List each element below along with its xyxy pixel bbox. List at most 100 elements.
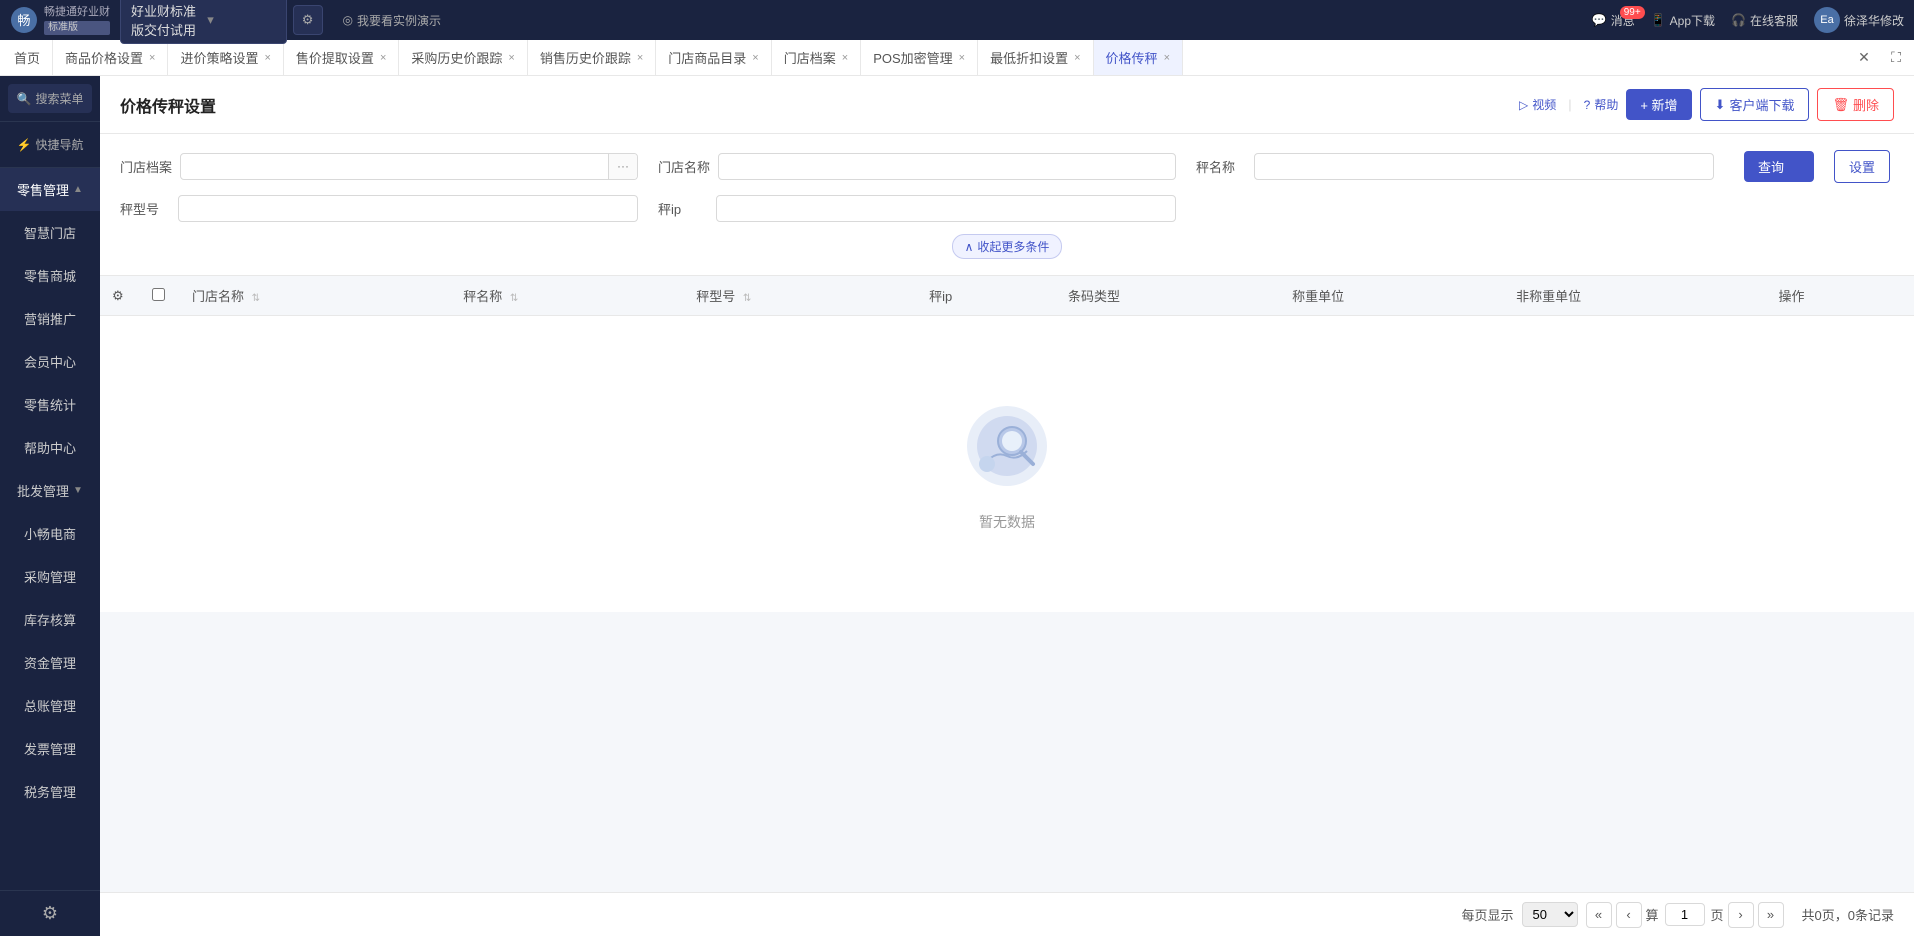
avatar: Ea xyxy=(1814,7,1840,33)
sidebar-settings-button[interactable]: ⚙ xyxy=(42,903,58,924)
user-name: 徐泽华修改 xyxy=(1844,12,1904,29)
tab-close-all-button[interactable]: ✕ xyxy=(1852,46,1876,70)
delete-button[interactable]: 🗑 删除 xyxy=(1817,88,1894,121)
demo-link[interactable]: ◎ 我要看实例演示 xyxy=(339,12,442,29)
download-button[interactable]: ⬇ 客户端下载 xyxy=(1700,88,1810,121)
download-icon: 📱 xyxy=(1651,13,1666,27)
last-page-button[interactable]: » xyxy=(1758,902,1784,928)
tab-price-scale[interactable]: 价格传秤 × xyxy=(1094,40,1183,76)
sidebar-item-member-center[interactable]: 会员中心 xyxy=(0,340,100,383)
sidebar-item-retail-mall[interactable]: 零售商城 xyxy=(0,254,100,297)
search-menu-label: 搜索菜单 xyxy=(35,90,83,107)
demo-icon: ◎ xyxy=(343,13,353,27)
message-icon: 💬 xyxy=(1592,13,1607,27)
sidebar-item-general-ledger[interactable]: 总账管理 xyxy=(0,684,100,727)
sidebar-item-purchase-manage[interactable]: 采购管理 xyxy=(0,555,100,598)
th-scale-model-label: 秤型号 xyxy=(696,289,735,304)
scale-name-input[interactable] xyxy=(1254,153,1714,180)
message-button[interactable]: 💬 消息 99+ xyxy=(1592,12,1635,29)
sidebar-item-smart-store[interactable]: 智慧门店 xyxy=(0,211,100,254)
set-button[interactable]: 设置 xyxy=(1834,150,1890,183)
sort-icon-store-name[interactable]: ⇅ xyxy=(252,293,260,304)
select-all-checkbox[interactable] xyxy=(152,288,165,301)
page-size-select[interactable]: 20 50 100 200 xyxy=(1522,902,1578,927)
add-button[interactable]: + 新增 xyxy=(1626,89,1691,120)
column-settings-icon[interactable]: ⚙ xyxy=(112,288,124,303)
download-label: 客户端下载 xyxy=(1729,95,1794,114)
quick-nav-item[interactable]: ⚡ 快捷导航 xyxy=(0,128,100,161)
quick-nav-icon: ⚡ xyxy=(17,138,32,152)
tab-purchase-history[interactable]: 采购历史价跟踪 × xyxy=(399,40,527,76)
scale-ip-input[interactable] xyxy=(716,195,1176,222)
page-number-input[interactable] xyxy=(1665,903,1705,926)
user-profile-button[interactable]: Ea 徐泽华修改 xyxy=(1814,7,1904,33)
store-archive-more-btn[interactable]: ··· xyxy=(608,154,637,179)
first-page-button[interactable]: « xyxy=(1586,902,1612,928)
sidebar-item-finance[interactable]: 资金管理 xyxy=(0,641,100,684)
th-scale-model: 秤型号 ⇅ xyxy=(684,276,917,316)
settings-button[interactable]: ⚙ xyxy=(293,5,323,35)
scale-ip-label: 秤ip xyxy=(658,199,708,218)
sidebar-item-retail-manage[interactable]: 零售管理 ▲ xyxy=(0,168,100,211)
prev-page-button[interactable]: ‹ xyxy=(1616,902,1642,928)
version-dropdown[interactable]: 好业财标准版交付试用 ▾ xyxy=(120,0,287,44)
sidebar-item-retail-stats[interactable]: 零售统计 xyxy=(0,383,100,426)
scale-model-input[interactable] xyxy=(178,195,638,222)
tab-expand-button[interactable]: ⛶ xyxy=(1884,46,1908,70)
page-title: 价格传秤设置 xyxy=(120,93,216,117)
collapse-button[interactable]: ∧ 收起更多条件 xyxy=(952,234,1063,259)
filter-empty-5 xyxy=(1834,195,1894,222)
store-archive-input[interactable] xyxy=(181,154,608,179)
sidebar-item-inventory[interactable]: 库存核算 xyxy=(0,598,100,641)
tab-price-setting[interactable]: 商品价格设置 × xyxy=(53,40,168,76)
tab-sale-price-close[interactable]: × xyxy=(380,52,386,64)
th-scale-name: 秤名称 ⇅ xyxy=(451,276,684,316)
tab-purchase-strategy[interactable]: 进价策略设置 × xyxy=(168,40,283,76)
app-download-button[interactable]: 📱 App下载 xyxy=(1651,12,1715,29)
tab-sale-history[interactable]: 销售历史价跟踪 × xyxy=(528,40,656,76)
search-menu-button[interactable]: 🔍 搜索菜单 xyxy=(8,84,92,113)
sort-icon-scale-model[interactable]: ⇅ xyxy=(743,293,751,304)
tab-sale-history-close[interactable]: × xyxy=(637,52,643,64)
tab-home[interactable]: 首页 xyxy=(6,40,53,76)
message-badge: 99+ xyxy=(1620,6,1645,19)
pagination: 每页显示 20 50 100 200 « ‹ 算 页 › » 共0页，0条记录 xyxy=(100,892,1914,936)
tab-sale-price[interactable]: 售价提取设置 × xyxy=(284,40,399,76)
tab-purchase-history-close[interactable]: × xyxy=(508,52,514,64)
empty-text: 暂无数据 xyxy=(979,512,1035,532)
xiaochang-ecom-label: 小畅电商 xyxy=(24,524,76,543)
sidebar-menu: 零售管理 ▲ 智慧门店 零售商城 营销推广 会员中心 零售统计 帮助中心 批 xyxy=(0,168,100,890)
tab-store-catalog-close[interactable]: × xyxy=(752,52,758,64)
filter-scale-name: 秤名称 xyxy=(1196,150,1714,183)
video-link[interactable]: ▷ 视频 xyxy=(1519,96,1556,113)
online-service-button[interactable]: 🎧 在线客服 xyxy=(1731,12,1798,29)
tab-pos-manage-close[interactable]: × xyxy=(959,52,965,64)
help-link[interactable]: ? 帮助 xyxy=(1584,96,1619,113)
sort-icon-scale-name[interactable]: ⇅ xyxy=(510,293,518,304)
download-icon: ⬇ xyxy=(1715,97,1726,113)
sidebar-item-tax-manage[interactable]: 税务管理 xyxy=(0,770,100,813)
tab-min-discount[interactable]: 最低折扣设置 × xyxy=(978,40,1093,76)
tab-store-archive-close[interactable]: × xyxy=(842,52,848,64)
marketing-label: 营销推广 xyxy=(24,309,76,328)
next-page-button[interactable]: › xyxy=(1728,902,1754,928)
tab-min-discount-close[interactable]: × xyxy=(1074,52,1080,64)
tab-pos-manage[interactable]: POS加密管理 × xyxy=(861,40,978,76)
data-table: ⚙ 门店名称 ⇅ 秤名称 ⇅ xyxy=(100,276,1914,316)
sidebar-item-xiaochang-ecom[interactable]: 小畅电商 xyxy=(0,512,100,555)
sidebar-item-invoice-manage[interactable]: 发票管理 xyxy=(0,727,100,770)
tab-price-scale-close[interactable]: × xyxy=(1164,52,1170,64)
filter-row-2: 秤型号 秤ip xyxy=(120,195,1894,222)
sidebar-item-marketing[interactable]: 营销推广 xyxy=(0,297,100,340)
tab-price-setting-close[interactable]: × xyxy=(149,52,155,64)
tab-purchase-strategy-close[interactable]: × xyxy=(264,52,270,64)
query-button[interactable]: 查询 xyxy=(1744,151,1814,182)
sidebar-item-wholesale-manage[interactable]: 批发管理 ▼ xyxy=(0,469,100,512)
tab-store-catalog[interactable]: 门店商品目录 × xyxy=(656,40,771,76)
th-store-name: 门店名称 ⇅ xyxy=(180,276,451,316)
store-name-input[interactable] xyxy=(718,153,1176,180)
tab-store-archive[interactable]: 门店档案 × xyxy=(772,40,861,76)
tab-purchase-strategy-label: 进价策略设置 xyxy=(180,48,258,67)
sidebar-item-help-center[interactable]: 帮助中心 xyxy=(0,426,100,469)
page-info: 算 页 xyxy=(1646,903,1724,926)
